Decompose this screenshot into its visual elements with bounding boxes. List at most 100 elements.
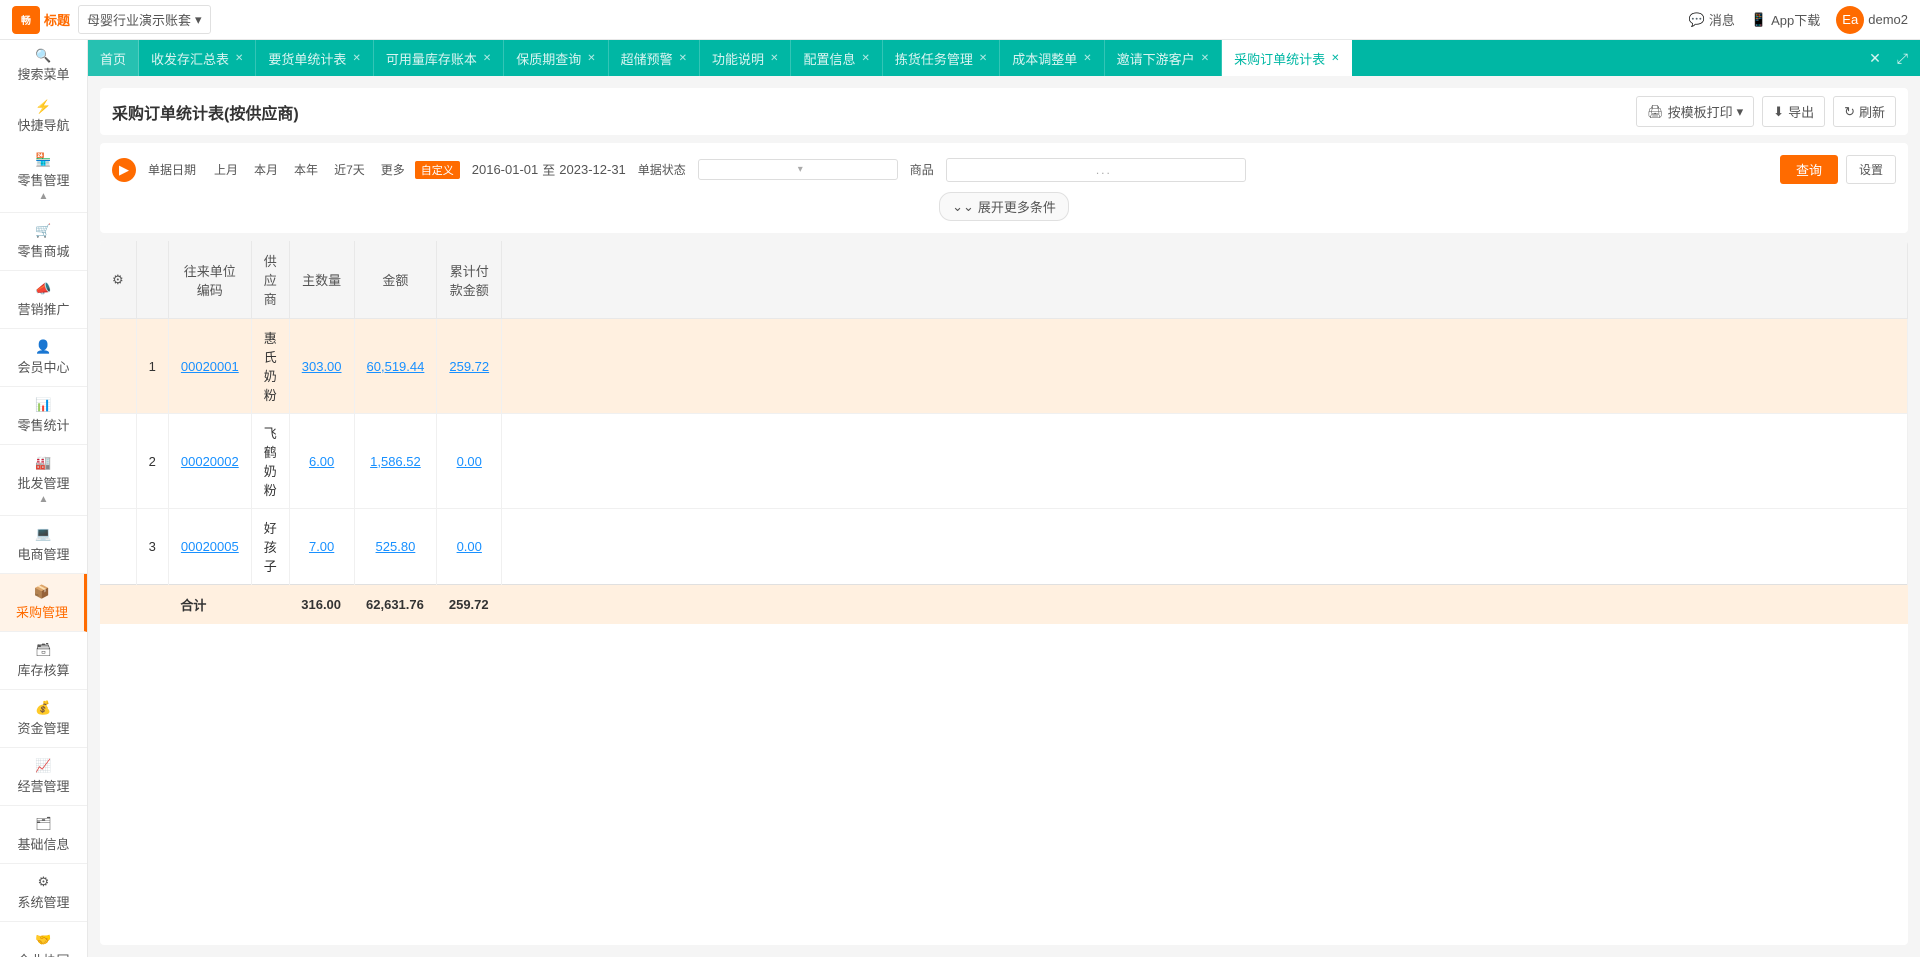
tab-config-info[interactable]: 配置信息 ✕: [791, 40, 882, 76]
tab-close-icon[interactable]: ✕: [679, 53, 687, 64]
tab-cost-adjust[interactable]: 成本调整单 ✕: [1000, 40, 1104, 76]
row-cell-supplier-code[interactable]: 00020002: [168, 414, 251, 509]
date-custom-badge[interactable]: 自定义: [415, 161, 460, 179]
expand-more-btn[interactable]: ⌄⌄ 展开更多条件: [939, 192, 1069, 221]
tab-close-icon[interactable]: ✕: [587, 53, 595, 64]
row-cell-settings: [100, 319, 136, 414]
message-icon: 💬: [1689, 12, 1705, 28]
table-row[interactable]: 1 00020001 惠氏奶粉 303.00 60,519.44 259.72: [100, 319, 1908, 414]
table-row[interactable]: 2 00020002 飞鹤奶粉 6.00 1,586.52 0.00: [100, 414, 1908, 509]
query-btn[interactable]: 查询: [1780, 155, 1838, 184]
tab-available-stock[interactable]: 可用量库存账本 ✕: [374, 40, 504, 76]
export-label: 导出: [1788, 102, 1814, 121]
sidebar-item-retail-shop[interactable]: 🛒 零售商城: [0, 213, 87, 271]
goods-input[interactable]: ...: [946, 158, 1246, 182]
sidebar-item-label: 批发管理: [17, 473, 69, 492]
row-cell-amount[interactable]: 60,519.44: [354, 319, 437, 414]
date-shortcut-more[interactable]: 更多: [375, 159, 411, 180]
tab-overstock-alert[interactable]: 超储预警 ✕: [609, 40, 700, 76]
sidebar-item-retail-stats[interactable]: 📊 零售统计: [0, 387, 87, 445]
row-cell-paid-amount[interactable]: 0.00: [437, 414, 502, 509]
col-supplier-code: 往来单位编码: [168, 241, 251, 319]
export-btn[interactable]: ⬇ 导出: [1762, 96, 1825, 127]
tab-close-icon[interactable]: ✕: [352, 53, 360, 64]
sidebar-item-ecommerce[interactable]: 💻 电商管理: [0, 516, 87, 574]
top-bar-left: 畅 标题 母婴行业演示账套 ▾: [12, 5, 211, 34]
sidebar-item-enterprise[interactable]: 🤝 企业协同: [0, 922, 87, 957]
tab-close-icon[interactable]: ✕: [770, 53, 778, 64]
table-row[interactable]: 3 00020005 好孩子 7.00 525.80 0.00: [100, 509, 1908, 585]
tab-invite-downstream[interactable]: 邀请下游客户 ✕: [1105, 40, 1222, 76]
date-shortcut-last-month[interactable]: 上月: [208, 159, 244, 180]
row-cell-main-qty[interactable]: 6.00: [289, 414, 354, 509]
sidebar-search-btn[interactable]: 🔍 搜索菜单: [0, 40, 87, 91]
sidebar-item-marketing[interactable]: 📣 营销推广: [0, 271, 87, 329]
date-shortcut-7days[interactable]: 近7天: [328, 159, 371, 180]
row-cell-settings: [100, 414, 136, 509]
sidebar-nav-btn[interactable]: ⚡ 快捷导航: [0, 91, 87, 142]
tab-close-icon[interactable]: ✕: [861, 53, 869, 64]
date-shortcut-this-month[interactable]: 本月: [248, 159, 284, 180]
sidebar-item-base-info[interactable]: 🗂 基础信息: [0, 806, 87, 864]
tab-maximize-btn[interactable]: ⤢: [1893, 48, 1912, 69]
tab-close-icon[interactable]: ✕: [483, 53, 491, 64]
tab-close-icon[interactable]: ✕: [1083, 53, 1091, 64]
tab-label: 功能说明: [712, 49, 764, 68]
app-download-label: App下载: [1771, 10, 1820, 29]
sidebar-item-member[interactable]: 👤 会员中心: [0, 329, 87, 387]
tab-close-all-btn[interactable]: ✕: [1865, 48, 1885, 69]
tab-collect-send[interactable]: 收发存汇总表 ✕: [139, 40, 256, 76]
purchase-icon: 📦: [34, 584, 50, 600]
filter-area: ▶ 单据日期 上月 本月 本年 近7天 更多 自定义 2016-01-01 至: [100, 143, 1908, 233]
message-btn[interactable]: 💬 消息: [1689, 10, 1735, 29]
row-cell-paid-amount[interactable]: 0.00: [437, 509, 502, 585]
row-cell-amount[interactable]: 525.80: [354, 509, 437, 585]
sidebar-item-label: 库存核算: [17, 660, 69, 679]
tab-purchase-order-stats[interactable]: 采购订单统计表 ✕: [1222, 40, 1352, 76]
content-area: 首页 收发存汇总表 ✕ 要货单统计表 ✕ 可用量库存账本 ✕ 保质期查询 ✕ 超…: [88, 40, 1920, 957]
tab-close-icon[interactable]: ✕: [235, 53, 243, 64]
org-selector[interactable]: 母婴行业演示账套 ▾: [78, 5, 211, 34]
tab-label: 可用量库存账本: [386, 49, 477, 68]
enterprise-icon: 🤝: [35, 932, 51, 948]
user-area[interactable]: Ea demo2: [1836, 6, 1908, 34]
sidebar-item-sys-mgmt[interactable]: ⚙ 系统管理: [0, 864, 87, 922]
sidebar-item-inventory[interactable]: 🗃 库存核算: [0, 632, 87, 690]
row-cell-main-qty[interactable]: 7.00: [289, 509, 354, 585]
date-shortcut-this-year[interactable]: 本年: [288, 159, 324, 180]
row-cell-main-qty[interactable]: 303.00: [289, 319, 354, 414]
sidebar-item-finance[interactable]: 💰 资金管理: [0, 690, 87, 748]
app-download-btn[interactable]: 📱 App下载: [1751, 10, 1820, 29]
sidebar-item-retail-mgmt[interactable]: 🏪 零售管理 ▲: [0, 142, 87, 213]
tab-func-desc[interactable]: 功能说明 ✕: [700, 40, 791, 76]
row-cell-paid-amount[interactable]: 259.72: [437, 319, 502, 414]
goods-filter-label: 商品: [910, 161, 934, 178]
row-cell-supplier-code[interactable]: 00020005: [168, 509, 251, 585]
sidebar-item-purchase[interactable]: 📦 采购管理: [0, 574, 87, 632]
tab-label: 收发存汇总表: [151, 49, 229, 68]
refresh-btn[interactable]: ↻ 刷新: [1833, 96, 1896, 127]
tab-close-icon[interactable]: ✕: [1201, 53, 1209, 64]
tab-close-active-icon[interactable]: ✕: [1331, 53, 1339, 64]
sidebar-item-wholesale[interactable]: 🏭 批发管理 ▲: [0, 445, 87, 516]
logo-text: 标题: [44, 10, 70, 29]
status-select[interactable]: ▾: [698, 159, 898, 180]
sidebar-item-label: 电商管理: [17, 544, 69, 563]
tab-shelf-life[interactable]: 保质期查询 ✕: [504, 40, 608, 76]
tab-close-icon[interactable]: ✕: [979, 53, 987, 64]
tab-order-stats[interactable]: 要货单统计表 ✕: [256, 40, 373, 76]
col-settings[interactable]: ⚙: [100, 241, 136, 319]
sidebar-item-operation[interactable]: 📈 经营管理: [0, 748, 87, 806]
settings-icon[interactable]: ⚙: [112, 272, 124, 287]
member-icon: 👤: [35, 339, 51, 355]
sidebar-item-label: 零售商城: [17, 241, 69, 260]
tab-picking-task[interactable]: 拣货任务管理 ✕: [883, 40, 1000, 76]
print-btn[interactable]: 🖨 按模板打印 ▾: [1636, 96, 1754, 127]
row-cell-supplier-code[interactable]: 00020001: [168, 319, 251, 414]
tab-home[interactable]: 首页: [88, 40, 139, 76]
row-cell-amount[interactable]: 1,586.52: [354, 414, 437, 509]
settings-btn[interactable]: 设置: [1846, 155, 1896, 184]
filter-toggle-btn[interactable]: ▶: [112, 158, 136, 182]
date-range-start: 2016-01-01: [472, 162, 539, 177]
sidebar-item-label: 会员中心: [17, 357, 69, 376]
